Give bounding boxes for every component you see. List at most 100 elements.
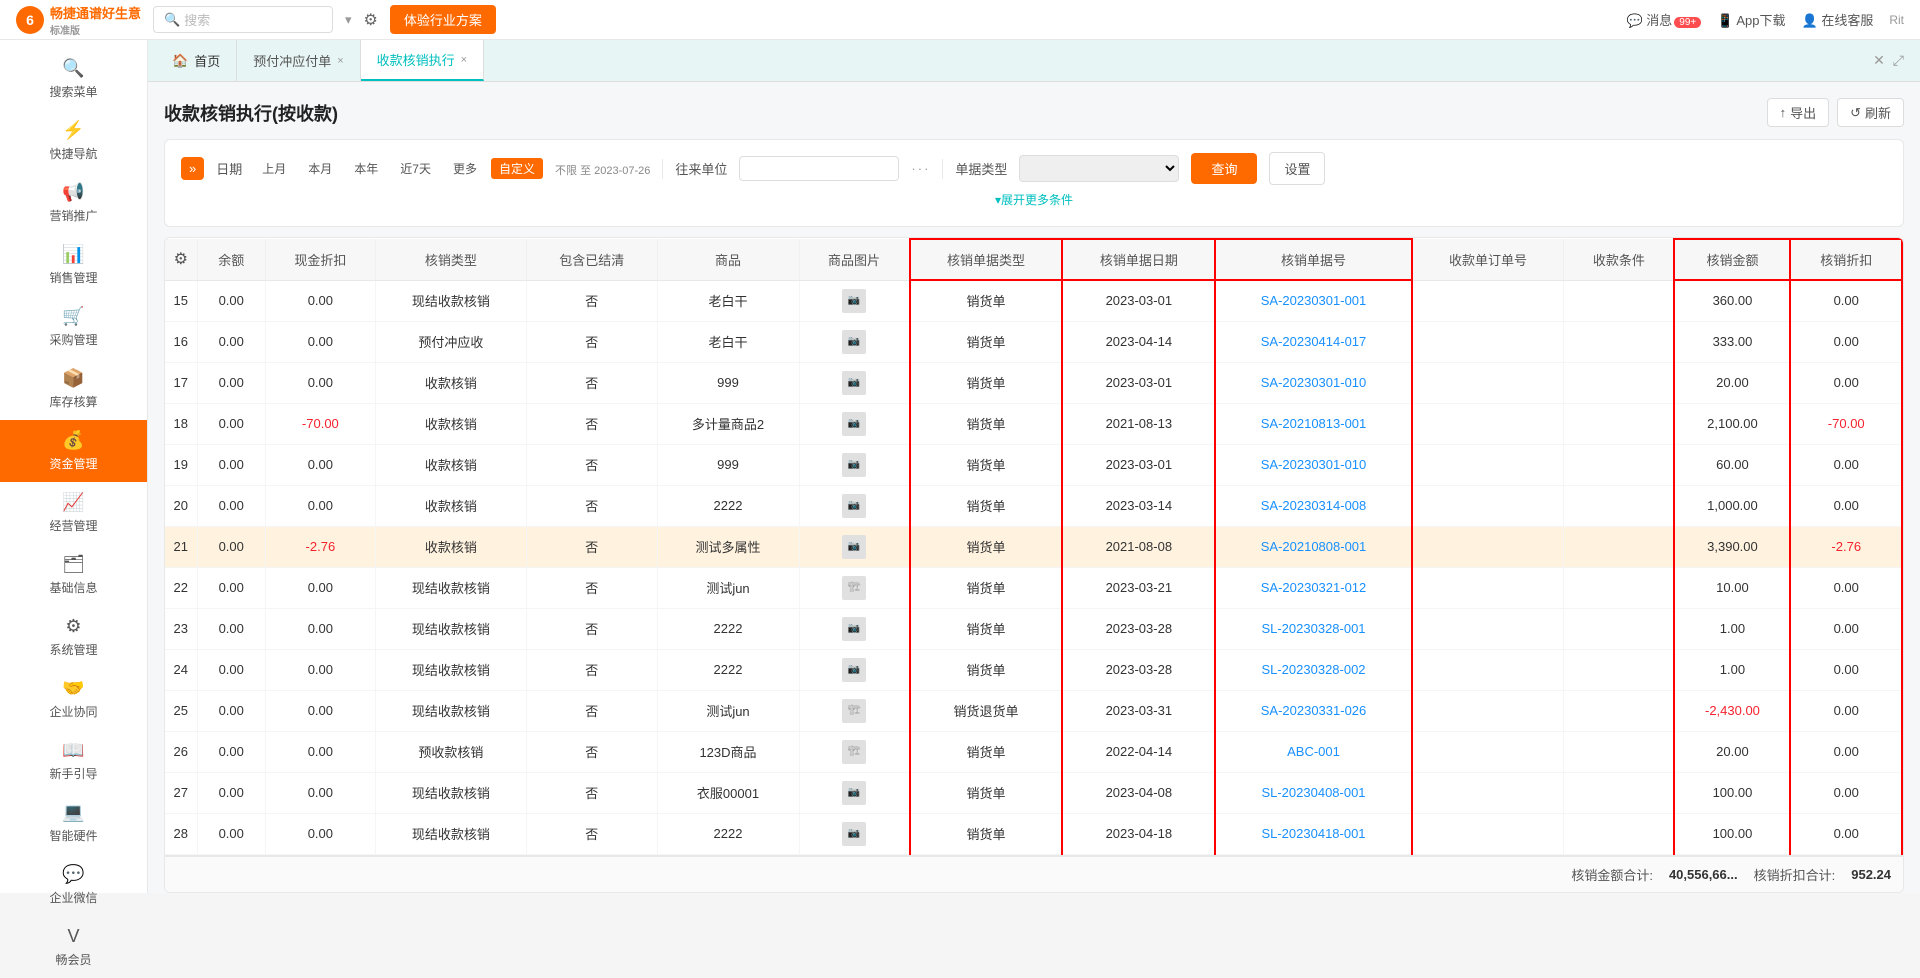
- tab-writeoff[interactable]: 收款核销执行 ×: [361, 40, 484, 81]
- online-service-btn[interactable]: 👤 在线客服: [1802, 10, 1874, 29]
- close-all-icon[interactable]: ✕: [1873, 52, 1885, 69]
- table-row: 15 0.00 0.00 现结收款核销 否 老白干 📷 销货单 2023-03-…: [165, 280, 1902, 321]
- cell-order-no: [1412, 649, 1564, 690]
- gear-icon[interactable]: ⚙: [364, 10, 378, 30]
- query-button[interactable]: 查询: [1191, 153, 1257, 184]
- tab-writeoff-close[interactable]: ×: [461, 54, 467, 66]
- sidebar-item-hardware[interactable]: 💻 智能硬件: [0, 792, 147, 854]
- single-type-label: 单据类型: [955, 159, 1007, 178]
- cell-balance: 0.00: [197, 444, 265, 485]
- tab-home[interactable]: 🏠 首页: [156, 40, 237, 81]
- guide-icon: 📖: [62, 740, 84, 761]
- sidebar-item-system[interactable]: ⚙ 系统管理: [0, 606, 147, 668]
- refresh-button[interactable]: ↺ 刷新: [1837, 98, 1904, 127]
- near7-btn[interactable]: 近7天: [392, 158, 439, 179]
- sidebar-item-guide[interactable]: 📖 新手引导: [0, 730, 147, 792]
- footer-amount-label: 核销金额合计:: [1571, 865, 1653, 884]
- cell-no: 16: [165, 321, 197, 362]
- table-row: 18 0.00 -70.00 收款核销 否 多计量商品2 📷 销货单 2021-…: [165, 403, 1902, 444]
- data-table-container: ⚙ 余额 现金折扣 核销类型 包含已结清 商品 商品图片 核销单据类型 核销单据…: [164, 237, 1904, 893]
- cell-discount: 0.00: [265, 690, 375, 731]
- cell-pay-cond: [1564, 690, 1675, 731]
- search-bar[interactable]: 🔍 搜索: [153, 6, 333, 33]
- cell-type: 现结收款核销: [375, 567, 526, 608]
- this-year-btn[interactable]: 本年: [346, 158, 386, 179]
- export-button[interactable]: ↑ 导出: [1767, 98, 1830, 127]
- sidebar: 🔍 搜索菜单 ⚡ 快捷导航 📢 营销推广 📊 销售管理 🛒 采购管理 📦 库存核…: [0, 40, 148, 893]
- cell-balance: 0.00: [197, 526, 265, 567]
- cell-writeoff: 0.00: [1790, 485, 1902, 526]
- more-btn[interactable]: 更多: [445, 158, 485, 179]
- cell-doc-date: 2023-03-01: [1062, 362, 1215, 403]
- sidebar-item-wechat[interactable]: 💬 企业微信: [0, 854, 147, 916]
- cell-no: 25: [165, 690, 197, 731]
- settings-button[interactable]: 设置: [1269, 152, 1325, 185]
- cell-settled: 否: [526, 403, 657, 444]
- logo: 6 畅捷通谱好生意 标准版: [16, 3, 141, 37]
- this-month-btn[interactable]: 本月: [300, 158, 340, 179]
- cell-balance: 0.00: [197, 690, 265, 731]
- filter-expand-arrow[interactable]: »: [181, 157, 204, 180]
- single-type-select[interactable]: [1019, 155, 1179, 182]
- cell-doc-no: SA-20210808-001: [1215, 526, 1412, 567]
- cell-order-no: [1412, 403, 1564, 444]
- page-title: 收款核销执行(按收款): [164, 100, 338, 126]
- sidebar-item-quicknav[interactable]: ⚡ 快捷导航: [0, 110, 147, 172]
- cell-discount: 0.00: [265, 649, 375, 690]
- cell-writeoff: 0.00: [1790, 731, 1902, 772]
- table-gear-icon[interactable]: ⚙: [174, 251, 188, 268]
- sidebar-item-search[interactable]: 🔍 搜索菜单: [0, 48, 147, 110]
- cell-discount: 0.00: [265, 321, 375, 362]
- cell-settled: 否: [526, 321, 657, 362]
- cell-settled: 否: [526, 567, 657, 608]
- table-row: 21 0.00 -2.76 收款核销 否 测试多属性 📷 销货单 2021-08…: [165, 526, 1902, 567]
- tab-prepay-close[interactable]: ×: [337, 55, 343, 67]
- sidebar-item-marketing[interactable]: 📢 营销推广: [0, 172, 147, 234]
- cell-pay-cond: [1564, 321, 1675, 362]
- tab-prepay[interactable]: 预付冲应付单 ×: [237, 40, 360, 81]
- cell-settled: 否: [526, 280, 657, 321]
- industry-btn[interactable]: 体验行业方案: [390, 5, 496, 34]
- sidebar-item-collab[interactable]: 🤝 企业协同: [0, 668, 147, 730]
- cell-type: 现结收款核销: [375, 690, 526, 731]
- custom-btn[interactable]: 自定义: [491, 158, 543, 179]
- cell-pay-cond: [1564, 608, 1675, 649]
- sidebar-item-sales[interactable]: 📊 销售管理: [0, 234, 147, 296]
- date-range-display: 不限 至 2023-07-26: [555, 160, 650, 178]
- sidebar-item-finance[interactable]: 💰 资金管理: [0, 420, 147, 482]
- cell-pay-cond: [1564, 813, 1675, 854]
- cell-balance: 0.00: [197, 608, 265, 649]
- cell-balance: 0.00: [197, 567, 265, 608]
- filter-bar: » 日期 上月 本月 本年 近7天 更多 自定义 不限 至 2023-07-26: [164, 139, 1904, 227]
- cell-doc-type: 销货单: [910, 772, 1063, 813]
- cell-goods-img: 🏗: [799, 567, 910, 608]
- cell-discount: -2.76: [265, 526, 375, 567]
- app-download-btn[interactable]: 📱 App下载: [1717, 10, 1785, 29]
- cell-goods: 2222: [657, 608, 799, 649]
- cell-pay-cond: [1564, 403, 1675, 444]
- chevron-down-icon[interactable]: ▾: [345, 12, 352, 28]
- cell-writeoff: -70.00: [1790, 403, 1902, 444]
- cell-goods-img: 📷: [799, 280, 910, 321]
- sidebar-item-purchase[interactable]: 🛒 采购管理: [0, 296, 147, 358]
- th-order-no: 收款单订单号: [1412, 239, 1564, 280]
- sidebar-item-member[interactable]: V 畅会员: [0, 916, 147, 978]
- sidebar-item-inventory[interactable]: 📦 库存核算: [0, 358, 147, 420]
- cell-amount: -2,430.00: [1674, 690, 1790, 731]
- expand-icon[interactable]: ⤢: [1893, 52, 1904, 69]
- from-unit-input[interactable]: [739, 156, 899, 181]
- cell-no: 24: [165, 649, 197, 690]
- cell-amount: 60.00: [1674, 444, 1790, 485]
- th-settings[interactable]: ⚙: [165, 239, 197, 280]
- cell-pay-cond: [1564, 444, 1675, 485]
- purchase-icon: 🛒: [62, 306, 84, 327]
- cell-type: 预付冲应收: [375, 321, 526, 362]
- cell-doc-date: 2023-03-01: [1062, 444, 1215, 485]
- cell-type: 收款核销: [375, 526, 526, 567]
- msg-btn[interactable]: 💬 消息99+: [1626, 10, 1701, 29]
- sidebar-item-management[interactable]: 📈 经营管理: [0, 482, 147, 544]
- cell-balance: 0.00: [197, 280, 265, 321]
- last-month-btn[interactable]: 上月: [254, 158, 294, 179]
- sidebar-item-basic[interactable]: 🗂 基础信息: [0, 544, 147, 606]
- expand-more-btn[interactable]: ▾ 展开更多条件: [181, 191, 1887, 208]
